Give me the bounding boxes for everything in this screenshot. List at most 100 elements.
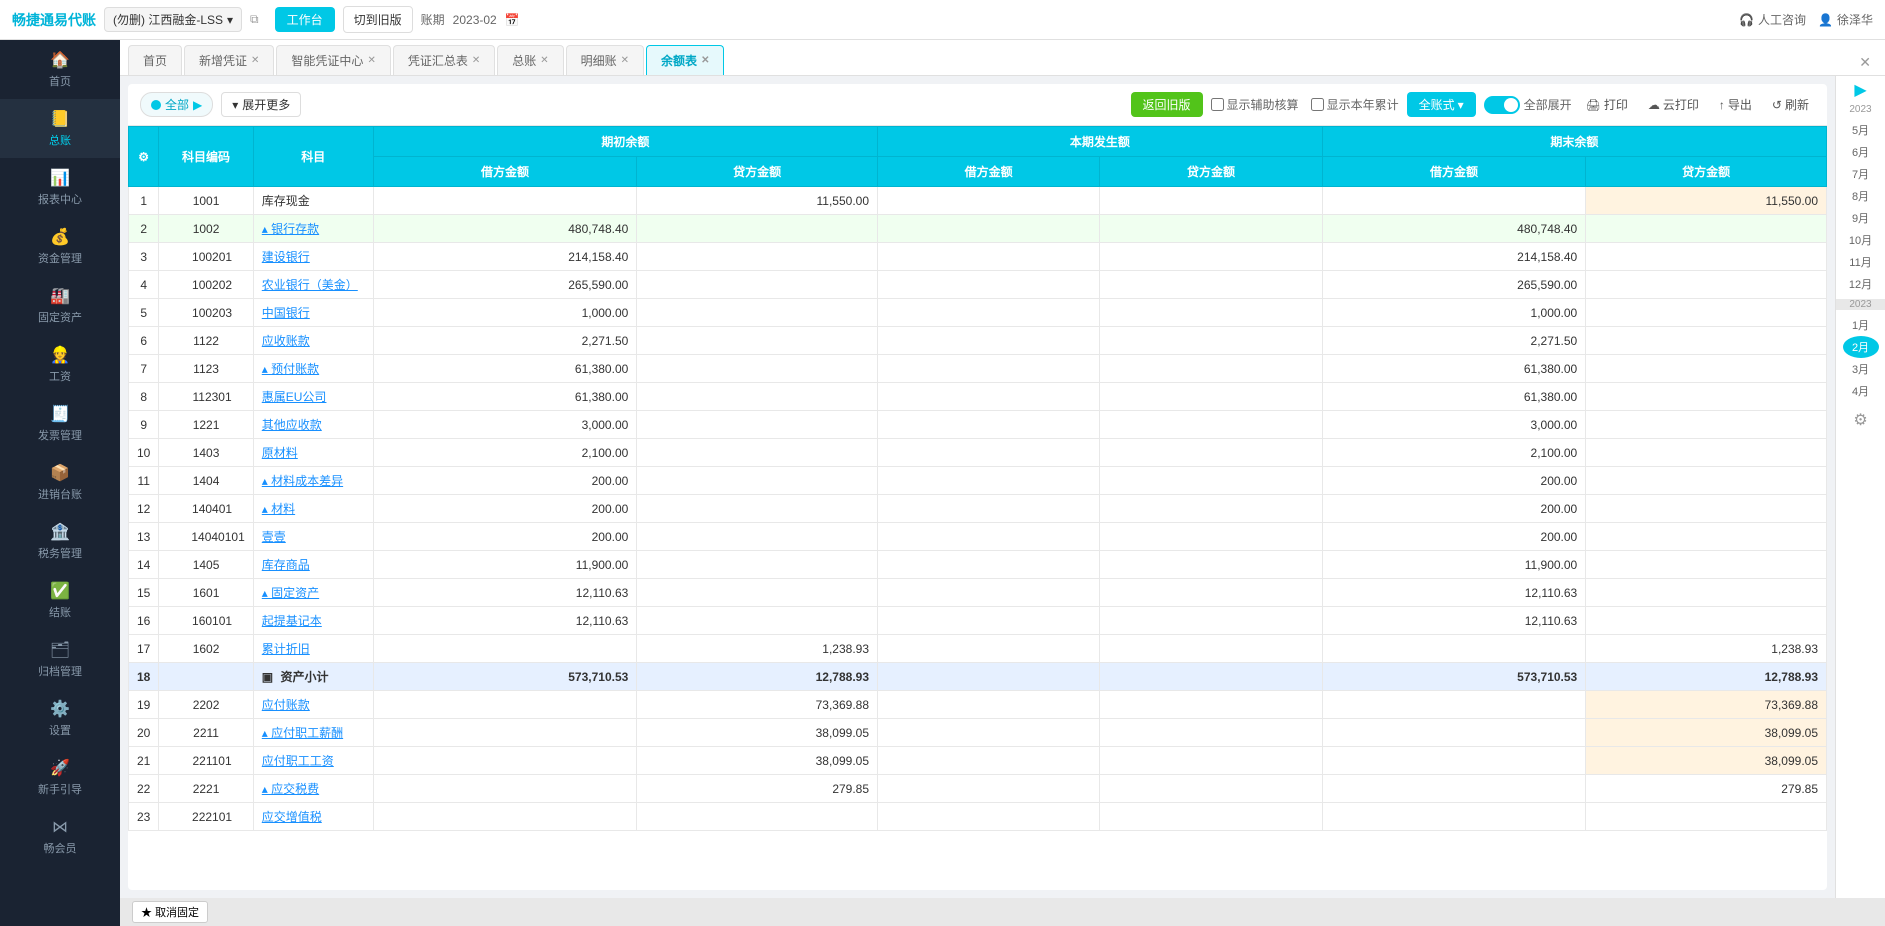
tab-ledger[interactable]: 总账 ✕: [497, 45, 563, 75]
row-name[interactable]: ▴ 材料: [253, 495, 373, 523]
row-code: 160101: [159, 607, 253, 635]
row-name[interactable]: ▴ 预付账款: [253, 355, 373, 383]
row-name[interactable]: 应付职工工资: [253, 747, 373, 775]
sidebar-item-settlement[interactable]: ✅ 结账: [0, 571, 120, 630]
cal-settings-icon[interactable]: ⚙: [1853, 410, 1867, 430]
tab-balance-close[interactable]: ✕: [701, 55, 709, 66]
sidebar-item-guide[interactable]: 🚀 新手引导: [0, 748, 120, 807]
sidebar-toggle-icon[interactable]: ▶: [1854, 80, 1866, 100]
close-all-icon[interactable]: ✕: [1853, 50, 1877, 75]
tab-balance[interactable]: 余额表 ✕: [646, 45, 724, 75]
tab-home[interactable]: 首页: [128, 45, 182, 75]
row-amount: 279.85: [1586, 775, 1827, 803]
row-name[interactable]: 应付账款: [253, 691, 373, 719]
row-amount: [878, 411, 1100, 439]
tab-voucher-summary[interactable]: 凭证汇总表 ✕: [393, 45, 495, 75]
row-name: 库存现金: [253, 187, 373, 215]
calendar-icon[interactable]: 📅: [505, 13, 520, 27]
sidebar-item-invoices[interactable]: 🧾 发票管理: [0, 394, 120, 453]
row-name[interactable]: 原材料: [253, 439, 373, 467]
row-name[interactable]: 库存商品: [253, 551, 373, 579]
consultant-area[interactable]: 🎧 人工咨询: [1739, 11, 1806, 28]
sidebar-item-fixed-assets[interactable]: 🏭 固定资产: [0, 276, 120, 335]
row-name[interactable]: 应收账款: [253, 327, 373, 355]
tab-detail-ledger-close[interactable]: ✕: [621, 55, 629, 66]
sidebar-item-archive[interactable]: 🗂 归档管理: [0, 630, 120, 689]
sidebar-item-home[interactable]: 🏠 首页: [0, 40, 120, 99]
row-amount: 38,099.05: [637, 747, 878, 775]
row-name[interactable]: ▴ 固定资产: [253, 579, 373, 607]
tab-smart-center-close[interactable]: ✕: [367, 55, 375, 66]
row-name[interactable]: 惠属EU公司: [253, 383, 373, 411]
cal-month-8[interactable]: 8月: [1843, 185, 1879, 207]
tab-smart-center[interactable]: 智能凭证中心 ✕: [276, 45, 390, 75]
sidebar-item-purchase-sales[interactable]: 📦 进销台账: [0, 453, 120, 512]
cal-month-9[interactable]: 9月: [1843, 207, 1879, 229]
tab-detail-ledger[interactable]: 明细账 ✕: [566, 45, 644, 75]
sidebar-item-tax[interactable]: 🏦 税务管理: [0, 512, 120, 571]
row-amount: 1,000.00: [373, 299, 637, 327]
cal-month-11[interactable]: 11月: [1843, 251, 1879, 273]
sidebar-item-payroll[interactable]: 👷 工资: [0, 335, 120, 394]
row-name[interactable]: ▴ 银行存款: [253, 215, 373, 243]
row-code: 100202: [159, 271, 253, 299]
row-amount: [878, 803, 1100, 831]
full-form-button[interactable]: 全账式 ▾: [1407, 92, 1476, 117]
row-name[interactable]: 应交增值税: [253, 803, 373, 831]
company-selector[interactable]: (勿删) 江西融金-LSS ▾: [104, 7, 242, 32]
row-name[interactable]: ▴ 材料成本差异: [253, 467, 373, 495]
row-name[interactable]: 其他应收款: [253, 411, 373, 439]
sidebar-item-member[interactable]: ⋈ 畅会员: [0, 807, 120, 866]
workbench-button[interactable]: 工作台: [275, 7, 335, 32]
cal-month-1[interactable]: 1月: [1843, 314, 1879, 336]
row-name[interactable]: ▴ 应付职工薪酬: [253, 719, 373, 747]
print-button[interactable]: 🖨 打印: [1580, 92, 1634, 117]
user-name: 徐泽华: [1837, 11, 1873, 28]
row-name[interactable]: 农业银行（美金）: [253, 271, 373, 299]
cal-month-5[interactable]: 5月: [1843, 119, 1879, 141]
row-amount: [878, 523, 1100, 551]
filter-button[interactable]: 全部 ▶: [140, 92, 213, 117]
cal-month-2-active[interactable]: 2月: [1843, 336, 1879, 358]
row-amount: [1100, 775, 1322, 803]
sidebar-item-reports[interactable]: 📊 报表中心: [0, 158, 120, 217]
cal-month-7[interactable]: 7月: [1843, 163, 1879, 185]
row-name[interactable]: 起提基记本: [253, 607, 373, 635]
row-amount: [878, 775, 1100, 803]
cal-month-3[interactable]: 3月: [1843, 358, 1879, 380]
cal-month-10[interactable]: 10月: [1843, 229, 1879, 251]
tab-new-voucher-close[interactable]: ✕: [251, 55, 259, 66]
show-auxiliary-checkbox[interactable]: 显示辅助核算: [1211, 96, 1299, 113]
tab-voucher-summary-close[interactable]: ✕: [472, 55, 480, 66]
expand-all-toggle[interactable]: [1484, 96, 1520, 114]
expand-button[interactable]: ▾ 展开更多: [221, 92, 301, 117]
cal-month-6[interactable]: 6月: [1843, 141, 1879, 163]
pin-button[interactable]: ★ 取消固定: [132, 901, 208, 923]
row-name[interactable]: 中国银行: [253, 299, 373, 327]
row-name[interactable]: 建设银行: [253, 243, 373, 271]
user-area[interactable]: 👤 徐泽华: [1818, 11, 1873, 28]
th-settings[interactable]: ⚙: [129, 127, 159, 187]
sidebar-label-member: 畅会员: [44, 840, 77, 856]
sidebar-item-settings[interactable]: ⚙️ 设置: [0, 689, 120, 748]
tab-new-voucher[interactable]: 新增凭证 ✕: [184, 45, 274, 75]
export-button[interactable]: ↑ 导出: [1713, 92, 1758, 117]
show-ytd-checkbox[interactable]: 显示本年累计: [1311, 96, 1399, 113]
cal-month-12[interactable]: 12月: [1843, 273, 1879, 295]
row-num: 21: [129, 747, 159, 775]
return-old-button[interactable]: 返回旧版: [1131, 92, 1203, 117]
tab-ledger-close[interactable]: ✕: [540, 55, 548, 66]
copy-icon[interactable]: ⧉: [250, 12, 259, 27]
row-name[interactable]: ▴ 应交税费: [253, 775, 373, 803]
tab-new-voucher-label: 新增凭证: [199, 52, 247, 69]
cal-month-4[interactable]: 4月: [1843, 380, 1879, 402]
row-amount: 61,380.00: [373, 383, 637, 411]
sidebar-item-ledger[interactable]: 📒 总账: [0, 99, 120, 158]
refresh-button[interactable]: ↺ 刷新: [1766, 92, 1815, 117]
row-name[interactable]: 累计折旧: [253, 635, 373, 663]
cloud-print-button[interactable]: ☁ 云打印: [1642, 92, 1705, 117]
switch-version-button[interactable]: 切到旧版: [343, 6, 413, 33]
row-name[interactable]: 壹壹: [253, 523, 373, 551]
sidebar-item-funds[interactable]: 💰 资金管理: [0, 217, 120, 276]
sidebar-label-fixed-assets: 固定资产: [38, 309, 82, 325]
